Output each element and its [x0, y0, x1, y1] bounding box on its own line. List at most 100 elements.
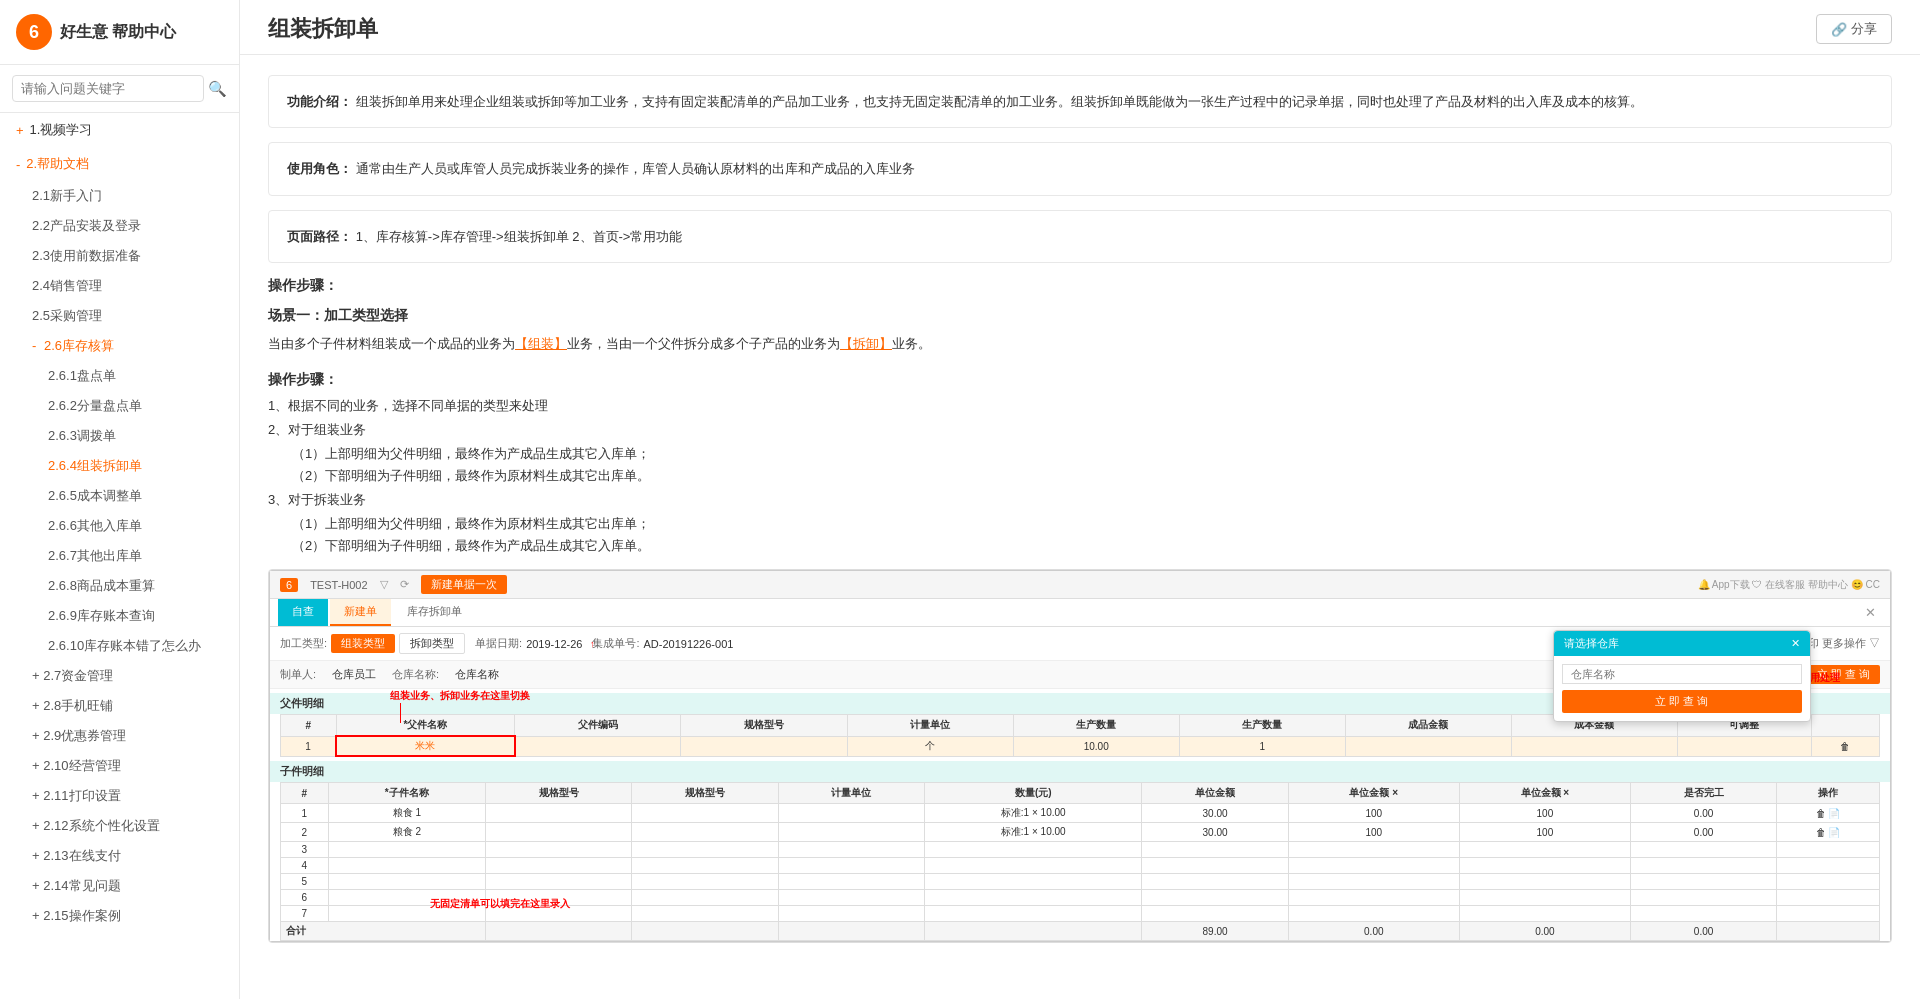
step3-sub1: （1）上部明细为父件明细，最终作为原材料生成其它出库单； — [292, 515, 1892, 533]
sidebar-item-2-1[interactable]: 2.1新手入门 — [0, 181, 239, 211]
cth-u2: 单位金额 × — [1288, 783, 1459, 804]
cth-u3: 单位金额 × — [1459, 783, 1630, 804]
app-form-order: AD-20191226-001 — [643, 638, 733, 650]
sidebar-item-2-9[interactable]: + 2.9优惠券管理 — [0, 721, 239, 751]
main-content: 组装拆卸单 🔗 分享 功能介绍： 组装拆卸单用来处理企业组装或拆卸等加工业务，支… — [240, 0, 1920, 999]
dialog-warehouse-input[interactable] — [1562, 664, 1802, 684]
sidebar-item-2-6-10[interactable]: 2.6.10库存账本错了怎么办 — [0, 631, 239, 661]
path-text: 1、库存核算->库存管理->组装拆卸单 2、首页->常用功能 — [356, 229, 683, 244]
cell-spec — [681, 736, 847, 756]
scenario1-desc-text2: 业务，当由一个父件拆分成多个子产品的业务为 — [567, 336, 840, 351]
cth-ops: 操作 — [1777, 783, 1880, 804]
cell-cost1 — [1345, 736, 1511, 756]
sidebar-item-2-12[interactable]: + 2.12系统个性化设置 — [0, 811, 239, 841]
logo-text: 好生意 帮助中心 — [60, 22, 176, 43]
expand-icon-2-9: + — [32, 728, 40, 743]
warehouse-dialog: 请选择仓库 ✕ 立 即 查 询 — [1553, 630, 1811, 722]
share-button[interactable]: 🔗 分享 — [1816, 14, 1892, 44]
app-close-btn[interactable]: ✕ — [1859, 599, 1882, 626]
dialog-body: 立 即 查 询 — [1554, 656, 1810, 721]
expand-icon: + — [16, 123, 24, 138]
form-date-area: 单据日期: 2019-12-26 — [475, 636, 582, 651]
sidebar-item-2-10[interactable]: + 2.10经营管理 — [0, 751, 239, 781]
sidebar-item-docs[interactable]: - 2.帮助文档 — [0, 147, 239, 181]
sidebar-item-2-6-1[interactable]: 2.6.1盘点单 — [0, 361, 239, 391]
order-label: 集成单号: — [592, 636, 639, 651]
search-button[interactable]: 🔍 — [208, 80, 227, 98]
link-disassembly[interactable]: 【拆卸】 — [840, 336, 892, 351]
page-header: 组装拆卸单 🔗 分享 — [240, 0, 1920, 55]
app-disassembly-type-btn[interactable]: 拆卸类型 — [399, 633, 465, 654]
step2-sub1: （1）上部明细为父件明细，最终作为产成品生成其它入库单； — [292, 445, 1892, 463]
scenario1-desc: 当由多个子件材料组装成一个成品的业务为【组装】业务，当由一个父件拆分成多个子产品… — [268, 331, 1892, 357]
app-tab-self-check[interactable]: 自查 — [278, 599, 328, 626]
sidebar-item-2-14[interactable]: + 2.14常见问题 — [0, 871, 239, 901]
sidebar-item-2-6-3[interactable]: 2.6.3调拨单 — [0, 421, 239, 451]
share-icon: 🔗 — [1831, 22, 1847, 37]
sidebar-item-2-2[interactable]: 2.2产品安装及登录 — [0, 211, 239, 241]
cth-u1: 单位金额 — [1142, 783, 1288, 804]
sidebar-item-2-8[interactable]: + 2.8手机旺铺 — [0, 691, 239, 721]
cell-parent-name: 米米 — [336, 736, 515, 756]
sidebar-item-2-15[interactable]: + 2.15操作案例 — [0, 901, 239, 931]
link-assembly[interactable]: 【组装】 — [515, 336, 567, 351]
app-dept-val: 仓库名称 — [455, 667, 499, 682]
func-intro-label: 功能介绍： — [287, 94, 352, 109]
sidebar-item-2-5[interactable]: 2.5采购管理 — [0, 301, 239, 331]
expand-icon-2-14: + — [32, 878, 40, 893]
app-tab-inventory[interactable]: 库存拆卸单 — [393, 599, 476, 626]
step3-text: 3、对于拆装业务 — [268, 491, 1892, 509]
sidebar-item-2-6-8[interactable]: 2.6.8商品成本重算 — [0, 571, 239, 601]
sidebar-item-video[interactable]: + 1.视频学习 — [0, 113, 239, 147]
expand-icon-2-11: + — [32, 788, 40, 803]
app-icons-right: 🔔 App下载 🛡 在线客服 帮助中心 😊 CC — [1698, 578, 1880, 592]
sidebar-item-2-4[interactable]: 2.4销售管理 — [0, 271, 239, 301]
search-input[interactable] — [12, 75, 204, 102]
app-dept-label: 仓库名称: — [392, 667, 439, 682]
sidebar-item-2-6-9[interactable]: 2.6.9库存账本查询 — [0, 601, 239, 631]
dialog-close-btn[interactable]: ✕ — [1791, 636, 1800, 651]
scenario1-desc-text3: 业务。 — [892, 336, 931, 351]
nav-list: + 1.视频学习 - 2.帮助文档 2.1新手入门 2.2产品安装及登录 2.3… — [0, 113, 239, 999]
app-version-icon: ▽ — [380, 578, 388, 591]
child-table-footer: 合计 89.000.000.00 0.00 — [281, 922, 1880, 941]
func-intro-block: 功能介绍： 组装拆卸单用来处理企业组装或拆卸等加工业务，支持有固定装配清单的产品… — [268, 75, 1892, 128]
cell-qty2: 1 — [1179, 736, 1345, 756]
sidebar-item-2-6-5[interactable]: 2.6.5成本调整单 — [0, 481, 239, 511]
scenario1-desc-text: 当由多个子件材料组装成一个成品的业务为 — [268, 336, 515, 351]
sidebar-item-label: 1.视频学习 — [30, 121, 93, 139]
sidebar-item-2-3[interactable]: 2.3使用前数据准备 — [0, 241, 239, 271]
sidebar-item-2-6-7[interactable]: 2.6.7其他出库单 — [0, 541, 239, 571]
sidebar-item-2-6[interactable]: - 2.6库存核算 — [0, 331, 239, 361]
form-order-area: 集成单号: AD-20191226-001 — [592, 636, 733, 651]
sidebar-item-2-6-2[interactable]: 2.6.2分量盘点单 — [0, 391, 239, 421]
share-label: 分享 — [1851, 20, 1877, 38]
dialog-query-btn[interactable]: 立 即 查 询 — [1562, 690, 1802, 713]
path-block: 页面路径： 1、库存核算->库存管理->组装拆卸单 2、首页->常用功能 — [268, 210, 1892, 263]
screenshot-container: 6 TEST-H002 ▽ ⟳ 新建单据一次 🔔 App下载 🛡 在线客服 帮助… — [268, 569, 1892, 943]
child-row-3: 3 — [281, 842, 1880, 858]
th-spec: 规格型号 — [681, 715, 847, 737]
app-id: TEST-H002 — [310, 579, 367, 591]
sidebar-item-2-13[interactable]: + 2.13在线支付 — [0, 841, 239, 871]
sidebar-item-2-11[interactable]: + 2.11打印设置 — [0, 781, 239, 811]
cth-done: 是否完工 — [1630, 783, 1776, 804]
sidebar-item-2-6-4[interactable]: 2.6.4组装拆卸单 — [0, 451, 239, 481]
step2-text: 2、对于组装业务 — [268, 421, 1892, 439]
cell-adj — [1678, 736, 1812, 756]
sidebar-item-2-7[interactable]: + 2.7资金管理 — [0, 661, 239, 691]
ops-steps-title: 操作步骤： — [268, 371, 1892, 389]
app-assembly-type-btn[interactable]: 组装类型 — [331, 634, 395, 653]
sidebar: 6 好生意 帮助中心 🔍 + 1.视频学习 - 2.帮助文档 2.1新手入门 2… — [0, 0, 240, 999]
app-refresh-icon: ⟳ — [400, 578, 409, 591]
date-label: 单据日期: — [475, 636, 522, 651]
role-label: 使用角色： — [287, 161, 352, 176]
app-new-order-btn[interactable]: 新建单据一次 — [421, 575, 507, 594]
dialog-title: 请选择仓库 — [1564, 636, 1619, 651]
child-table-title: 子件明细 — [270, 761, 1890, 782]
step2-sub2: （2）下部明细为子件明细，最终作为原材料生成其它出库单。 — [292, 467, 1892, 485]
app-tab-new-order[interactable]: 新建单 — [330, 599, 391, 626]
dialog-header: 请选择仓库 ✕ — [1554, 631, 1810, 656]
sidebar-item-2-6-6[interactable]: 2.6.6其他入库单 — [0, 511, 239, 541]
app-creator-val: 仓库员工 — [332, 667, 376, 682]
